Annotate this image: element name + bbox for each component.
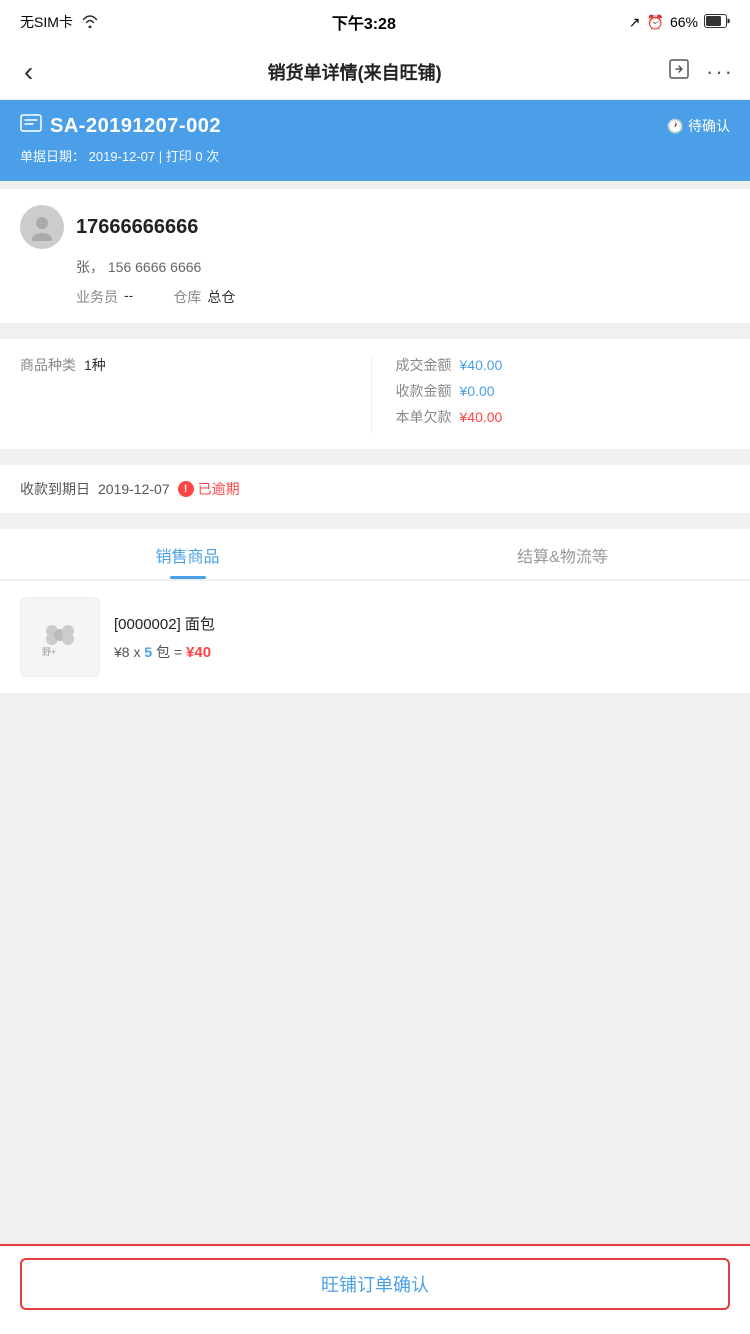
overdue-dot-icon: ! (178, 481, 194, 497)
divider-4 (0, 521, 750, 529)
tabs-section: 销售商品 结算&物流等 (0, 529, 750, 580)
received-amount-row: 收款金额 ¥0.00 (396, 381, 731, 401)
carrier-text: 无SIM卡 (20, 12, 73, 32)
wifi-icon (81, 14, 99, 31)
overdue-badge: ! 已逾期 (178, 479, 240, 499)
product-type-row: 商品种类 1种 (20, 355, 355, 375)
product-info: [0000002] 面包 ¥8 x 5 包 = ¥40 (114, 613, 730, 662)
more-icon[interactable]: ··· (706, 59, 734, 85)
order-id: SA-20191207-002 (20, 114, 221, 138)
customer-section: 17666666666 张， 156 6666 6666 业务员 -- 仓库 总… (0, 189, 750, 323)
battery-text: 66% (670, 14, 698, 30)
status-left: 无SIM卡 (20, 12, 99, 32)
location-icon: ↗ (629, 14, 641, 31)
bottom-bar: 旺铺订单确认 (0, 1244, 750, 1334)
battery-icon (704, 14, 730, 31)
page-title: 销货单详情(来自旺铺) (268, 59, 442, 85)
avatar (20, 205, 64, 249)
deal-amount-row: 成交金额 ¥40.00 (396, 355, 731, 375)
warehouse-meta: 仓库 总仓 (173, 287, 235, 307)
order-status: 🕐 待确认 (667, 116, 730, 136)
due-date-section: 收款到期日 2019-12-07 ! 已逾期 (0, 465, 750, 513)
status-bar: 无SIM卡 下午3:28 ↗ ⏰ 66% (0, 0, 750, 44)
tab-sales-products[interactable]: 销售商品 (0, 529, 375, 579)
product-item: 野+ [0000002] 面包 ¥8 x 5 包 = ¥40 (0, 581, 750, 693)
product-name: [0000002] 面包 (114, 613, 730, 634)
alarm-icon: ⏰ (647, 14, 664, 31)
divider-1 (0, 181, 750, 189)
nav-bar: ‹ 销货单详情(来自旺铺) ··· (0, 44, 750, 100)
divider-2 (0, 331, 750, 339)
order-header: SA-20191207-002 🕐 待确认 单据日期： 2019-12-07 |… (0, 100, 750, 181)
customer-row: 17666666666 (20, 205, 730, 249)
share-icon[interactable] (668, 58, 690, 86)
nav-actions: ··· (668, 58, 734, 86)
stats-section: 商品种类 1种 成交金额 ¥40.00 收款金额 ¥0.00 本单欠款 ¥40.… (0, 339, 750, 449)
product-price-row: ¥8 x 5 包 = ¥40 (114, 642, 730, 662)
stats-right: 成交金额 ¥40.00 收款金额 ¥0.00 本单欠款 ¥40.00 (372, 355, 731, 433)
order-icon (20, 114, 42, 138)
customer-meta: 业务员 -- 仓库 总仓 (76, 287, 730, 307)
status-right: ↗ ⏰ 66% (629, 14, 730, 31)
status-clock-icon: 🕐 (667, 118, 684, 135)
order-date: 单据日期： 2019-12-07 | 打印 0 次 (20, 146, 730, 165)
due-date: 2019-12-07 (98, 481, 170, 497)
overdue-text: 已逾期 (198, 479, 240, 499)
sales-meta: 业务员 -- (76, 287, 133, 307)
product-section: 野+ [0000002] 面包 ¥8 x 5 包 = ¥40 (0, 581, 750, 693)
due-label: 收款到期日 (20, 479, 90, 499)
divider-3 (0, 457, 750, 465)
back-button[interactable]: ‹ (16, 50, 41, 94)
confirm-order-button[interactable]: 旺铺订单确认 (20, 1258, 730, 1310)
status-time: 下午3:28 (332, 10, 396, 34)
owed-amount-row: 本单欠款 ¥40.00 (396, 407, 731, 427)
customer-phone: 17666666666 (76, 216, 198, 239)
customer-name: 张， 156 6666 6666 (76, 257, 730, 277)
product-thumbnail: 野+ (20, 597, 100, 677)
svg-text:野+: 野+ (42, 647, 56, 657)
empty-area (0, 693, 750, 893)
tab-settlement-logistics[interactable]: 结算&物流等 (375, 529, 750, 579)
stats-left: 商品种类 1种 (20, 355, 372, 433)
